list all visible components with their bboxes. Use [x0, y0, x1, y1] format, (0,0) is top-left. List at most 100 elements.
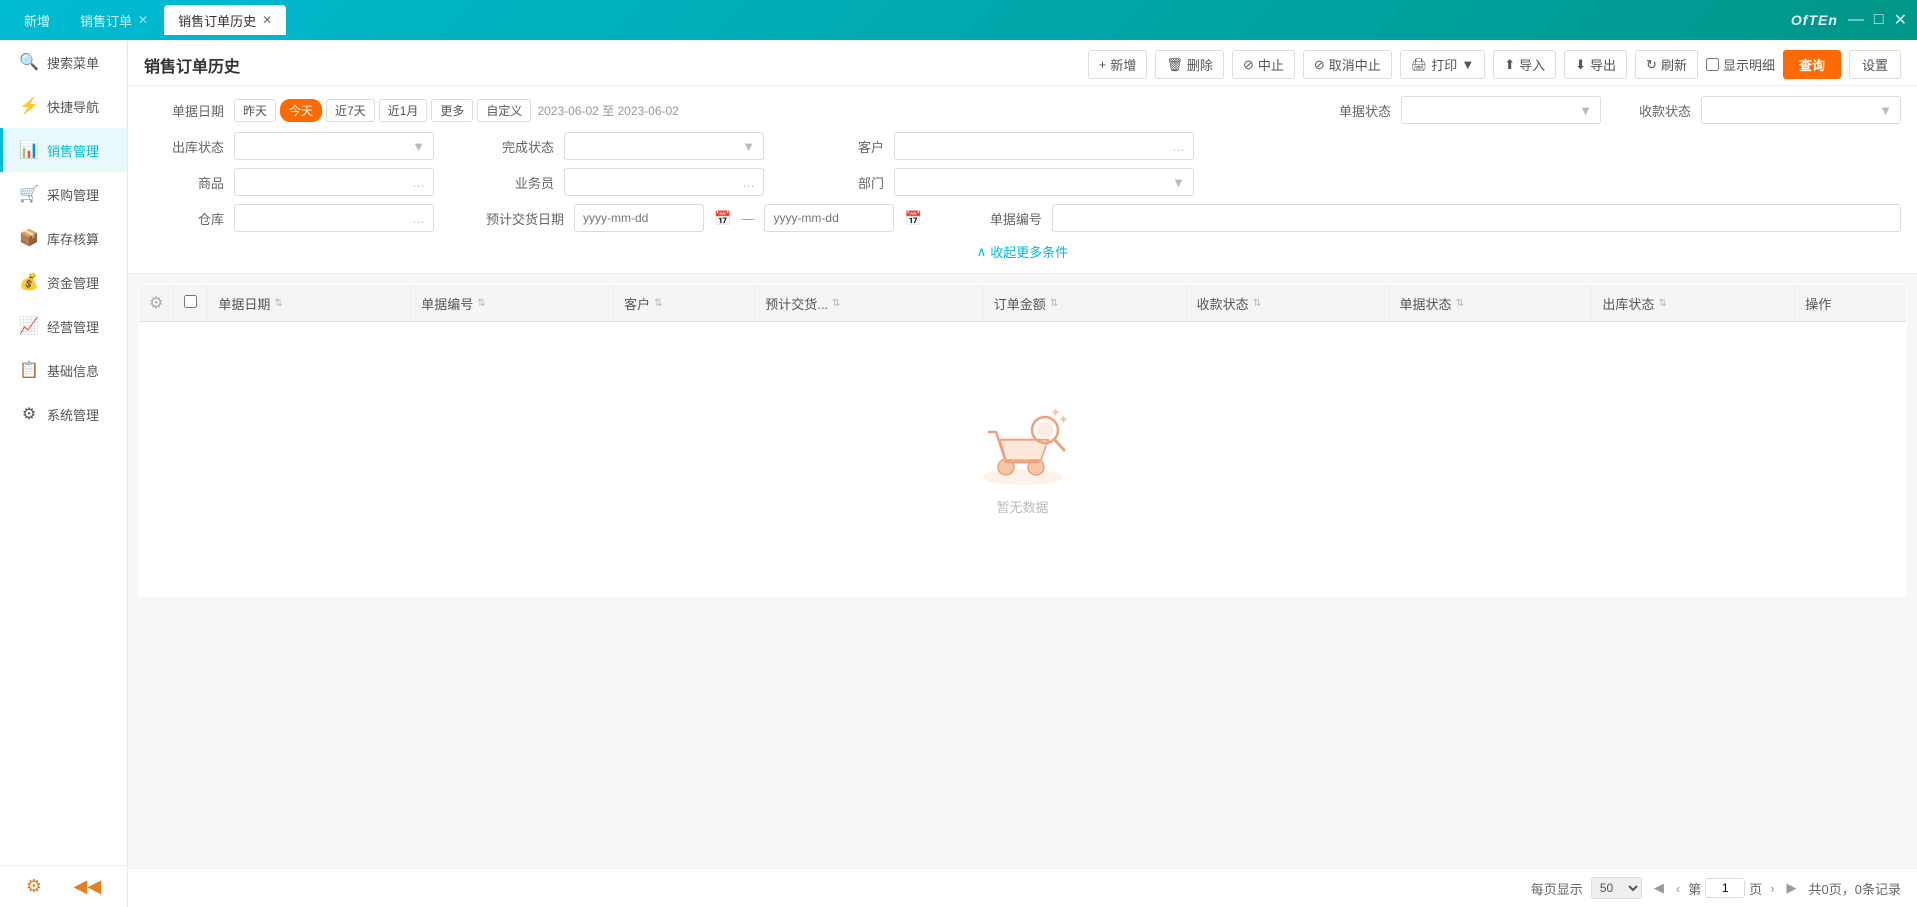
refresh-button[interactable]: ↻ 刷新 [1635, 50, 1698, 79]
col-amount-label: 订单金额 [994, 294, 1046, 313]
date-filter-control: 昨天 今天 近7天 近1月 更多 自定义 2023-06-02 至 2023-0… [234, 99, 1301, 122]
basic-info-icon: 📋 [19, 360, 39, 380]
department-select[interactable]: ▼ [894, 168, 1194, 196]
sidebar-item-purchase-mgmt[interactable]: 🛒 采购管理 [0, 172, 127, 216]
next-page-button[interactable]: › [1766, 879, 1778, 898]
sidebar-item-basic-info[interactable]: 📋 基础信息 [0, 348, 127, 392]
system-mgmt-icon: ⚙ [19, 404, 39, 424]
expected-date-label: 预计交货日期 [474, 209, 564, 228]
complete-status-arrow-icon: ▼ [742, 139, 755, 154]
content-area: 销售订单历史 + 新增 🗑 删除 ⊘ 中止 ⊘ 取消中止 [128, 40, 1917, 907]
cancel-stop-label: 取消中止 [1329, 55, 1381, 74]
settings-button[interactable]: 设置 [1849, 50, 1901, 79]
sidebar-bottom-collapse-icon[interactable]: ◀◀ [74, 876, 102, 897]
show-detail-checkbox-label[interactable]: 显示明细 [1706, 55, 1775, 74]
sidebar-item-purchase-mgmt-label: 采购管理 [47, 185, 99, 204]
tab-sales-history-close[interactable]: ✕ [262, 13, 272, 27]
sidebar-item-sales-mgmt[interactable]: 📊 销售管理 [0, 128, 127, 172]
per-page-select[interactable]: 50 10 20 100 [1591, 877, 1642, 899]
order-no-label: 单据编号 [962, 209, 1042, 228]
delete-button[interactable]: 🗑 删除 [1155, 50, 1224, 79]
payment-status-select[interactable]: ▼ [1701, 96, 1901, 124]
salesperson-arrow-icon: … [742, 175, 755, 190]
maximize-icon[interactable]: □ [1874, 11, 1884, 29]
sidebar-item-quick-nav[interactable]: ⚡ 快捷导航 [0, 84, 127, 128]
order-status-select[interactable]: ▼ [1401, 96, 1601, 124]
sort-amount-icon: ⇅ [1050, 298, 1058, 309]
sidebar-item-search-menu[interactable]: 🔍 搜索菜单 [0, 40, 127, 84]
sidebar-item-basic-info-label: 基础信息 [47, 361, 99, 380]
sort-customer[interactable]: 客户 ⇅ [624, 294, 744, 313]
sort-date[interactable]: 单据日期 ⇅ [218, 294, 400, 313]
top-right-controls: OfTEn — □ ✕ [1791, 10, 1907, 30]
order-no-input[interactable] [1052, 204, 1901, 232]
sort-warehouse-status[interactable]: 出库状态 ⇅ [1602, 294, 1784, 313]
prev-page-button[interactable]: ‹ [1672, 879, 1684, 898]
delete-icon: 🗑 [1166, 57, 1183, 73]
filter-row-1: 单据日期 昨天 今天 近7天 近1月 更多 自定义 2023-06-02 至 2… [144, 96, 1901, 124]
stop-button[interactable]: ⊘ 中止 [1232, 50, 1295, 79]
sort-payment-status[interactable]: 收款状态 ⇅ [1197, 294, 1379, 313]
col-payment-status: 收款状态 ⇅ [1186, 285, 1389, 322]
product-select[interactable]: … [234, 168, 434, 196]
sort-amount[interactable]: 订单金额 ⇅ [994, 294, 1176, 313]
sort-order-status[interactable]: 单据状态 ⇅ [1400, 294, 1582, 313]
col-order-status: 单据状态 ⇅ [1389, 285, 1592, 322]
sidebar-item-fund-mgmt[interactable]: 💰 资金管理 [0, 260, 127, 304]
sidebar-item-operations-mgmt[interactable]: 📈 经营管理 [0, 304, 127, 348]
new-button[interactable]: + 新增 [1088, 50, 1148, 79]
sidebar-item-inventory-check[interactable]: 📦 库存核算 [0, 216, 127, 260]
page-header: 销售订单历史 + 新增 🗑 删除 ⊘ 中止 ⊘ 取消中止 [128, 40, 1917, 86]
first-page-button[interactable]: ◀ [1650, 878, 1668, 898]
salesperson-select[interactable]: … [564, 168, 764, 196]
customer-select[interactable]: … [894, 132, 1194, 160]
stop-icon: ⊘ [1243, 57, 1254, 73]
select-all-checkbox[interactable] [184, 295, 197, 308]
sidebar-item-system-mgmt[interactable]: ⚙ 系统管理 [0, 392, 127, 436]
cancel-stop-button[interactable]: ⊘ 取消中止 [1303, 50, 1392, 79]
sort-expected-date[interactable]: 预计交货... ⇅ [765, 294, 973, 313]
tab-sales-order[interactable]: 销售订单 ✕ [66, 5, 162, 35]
col-amount: 订单金额 ⇅ [983, 285, 1186, 322]
date-range-display: 2023-06-02 至 2023-06-02 [537, 102, 678, 119]
date-btn-last7[interactable]: 近7天 [326, 99, 375, 122]
sidebar-bottom-settings-icon[interactable]: ⚙ [26, 876, 42, 897]
collapse-row[interactable]: ∧ 收起更多条件 [144, 240, 1901, 263]
last-page-button[interactable]: ▶ [1783, 878, 1801, 898]
tab-sales-history[interactable]: 销售订单历史 ✕ [164, 5, 286, 35]
date-btn-last1month[interactable]: 近1月 [379, 99, 428, 122]
table-settings-gear-icon[interactable]: ⚙ [149, 295, 163, 312]
show-detail-checkbox[interactable] [1706, 58, 1719, 71]
close-window-icon[interactable]: ✕ [1894, 10, 1907, 30]
export-label: 导出 [1590, 55, 1616, 74]
date-btn-custom[interactable]: 自定义 [477, 99, 531, 122]
minimize-icon[interactable]: — [1848, 11, 1864, 29]
warehouse-status-select[interactable]: ▼ [234, 132, 434, 160]
col-operation-label: 操作 [1805, 297, 1831, 312]
expected-date-from-calendar-icon[interactable]: 📅 [714, 210, 731, 227]
operations-mgmt-icon: 📈 [19, 316, 39, 336]
filter-row-4: 仓库 … 预计交货日期 📅 — 📅 单据编号 [144, 204, 1901, 232]
expected-date-from-input[interactable] [574, 204, 704, 232]
query-button[interactable]: 查询 [1783, 50, 1841, 79]
empty-state: ✦ ✦ 暂无数据 [139, 322, 1906, 596]
expected-date-to-input[interactable] [764, 204, 894, 232]
date-btn-today[interactable]: 今天 [280, 99, 322, 122]
import-button[interactable]: ⬆ 导入 [1493, 50, 1556, 79]
tab-home[interactable]: 新增 [10, 5, 64, 35]
empty-state-illustration: ✦ ✦ [968, 402, 1078, 497]
date-btn-more[interactable]: 更多 [431, 99, 473, 122]
warehouse-arrow-icon: … [412, 211, 425, 226]
export-button[interactable]: ⬇ 导出 [1564, 50, 1627, 79]
date-btn-yesterday[interactable]: 昨天 [234, 99, 276, 122]
sidebar-item-inventory-check-label: 库存核算 [47, 229, 99, 248]
expected-date-to-calendar-icon[interactable]: 📅 [904, 210, 921, 227]
filter-row-3: 商品 … 业务员 … 部门 ▼ [144, 168, 1901, 196]
page-number-input[interactable] [1705, 878, 1745, 898]
complete-status-select[interactable]: ▼ [564, 132, 764, 160]
print-button[interactable]: 🖨 打印 ▼ [1400, 50, 1485, 79]
table-header: ⚙ 单据日期 ⇅ 单据编号 [139, 285, 1907, 322]
warehouse-select[interactable]: … [234, 204, 434, 232]
sort-order-no[interactable]: 单据编号 ⇅ [421, 294, 603, 313]
tab-sales-order-close[interactable]: ✕ [138, 13, 148, 27]
